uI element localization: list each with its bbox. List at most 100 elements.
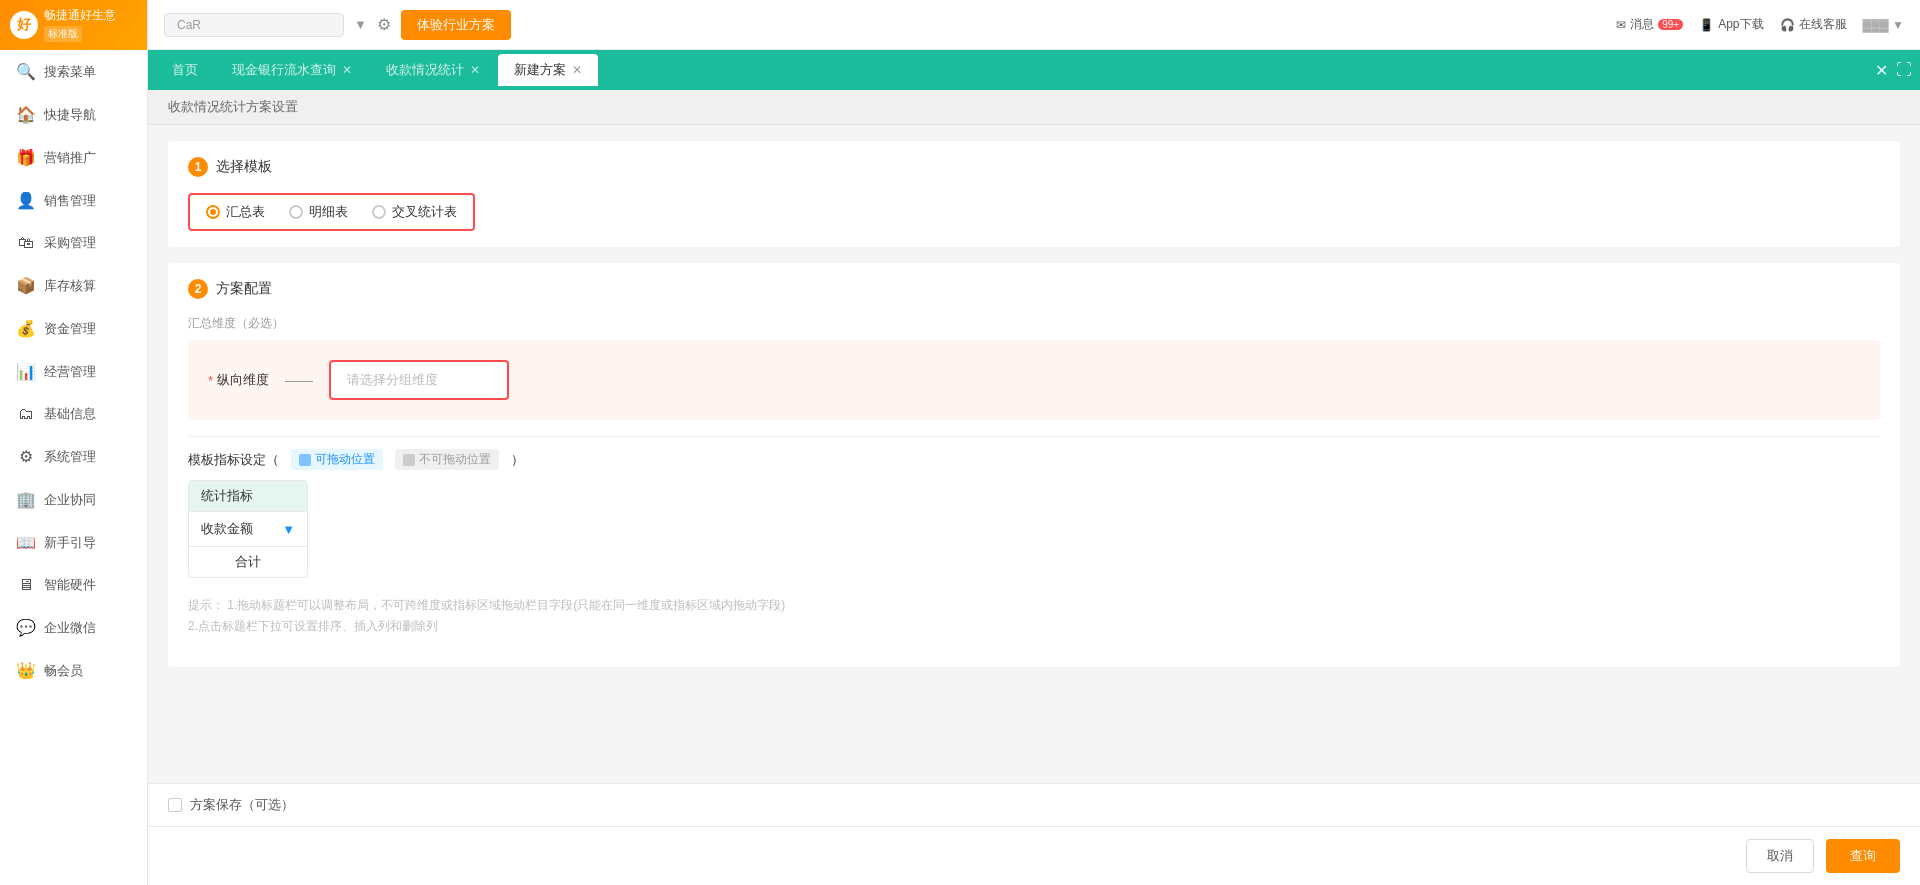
- logo-badge: 标准版: [44, 26, 82, 42]
- dimension-section-label: 汇总维度（必选）: [188, 315, 1880, 332]
- tab-home[interactable]: 首页: [156, 54, 214, 86]
- dimension-select[interactable]: 请选择分组维度: [329, 360, 509, 400]
- sidebar-item-label: 智能硬件: [44, 576, 96, 594]
- sidebar-item-wechat[interactable]: 💬 企业微信: [0, 606, 147, 649]
- metrics-section-label-end: ）: [511, 451, 524, 469]
- metric-item-revenue[interactable]: 收款金额 ▼: [189, 512, 307, 546]
- sidebar-item-label: 企业微信: [44, 619, 96, 637]
- sidebar: 好 畅捷通好生意 标准版 🔍 搜索菜单 🏠 快捷导航 🎁 营销推广 👤 销售管理…: [0, 0, 148, 885]
- tab-receipt-stat-label: 收款情况统计: [386, 61, 464, 79]
- system-icon: ⚙: [16, 447, 36, 466]
- radio-summary[interactable]: 汇总表: [206, 203, 265, 221]
- radio-cross-label: 交叉统计表: [392, 203, 457, 221]
- search-menu-icon: 🔍: [16, 62, 36, 81]
- sidebar-logo: 好 畅捷通好生意 标准版: [0, 0, 147, 50]
- sidebar-item-label: 企业协同: [44, 491, 96, 509]
- industry-btn[interactable]: 体验行业方案: [401, 10, 511, 40]
- sidebar-item-search-menu[interactable]: 🔍 搜索菜单: [0, 50, 147, 93]
- step1-title: 选择模板: [216, 158, 272, 176]
- sidebar-item-quick-nav[interactable]: 🏠 快捷导航: [0, 93, 147, 136]
- metric-item-label: 收款金额: [201, 520, 253, 538]
- step1-number: 1: [188, 157, 208, 177]
- marketing-icon: 🎁: [16, 148, 36, 167]
- tab-new-plan-close[interactable]: ✕: [572, 63, 582, 77]
- sidebar-item-label: 快捷导航: [44, 106, 96, 124]
- sidebar-item-basic-info[interactable]: 🗂 基础信息: [0, 393, 147, 435]
- dimension-subsection: 汇总维度（必选） * 纵向维度 —— 请选择分组维度: [188, 315, 1880, 420]
- radio-summary-btn[interactable]: [206, 205, 220, 219]
- tab-maximize-icon[interactable]: ⛶: [1896, 61, 1912, 80]
- divider: [188, 436, 1880, 437]
- sidebar-item-inventory[interactable]: 📦 库存核算: [0, 264, 147, 307]
- metrics-subsection: 模板指标设定（ 可拖动位置 不可拖动位置 ） 统计指标: [188, 449, 1880, 635]
- radio-cross[interactable]: 交叉统计表: [372, 203, 457, 221]
- sidebar-item-marketing[interactable]: 🎁 营销推广: [0, 136, 147, 179]
- radio-detail-label: 明细表: [309, 203, 348, 221]
- sidebar-item-smart-hw[interactable]: 🖥 智能硬件: [0, 564, 147, 606]
- guide-icon: 📖: [16, 533, 36, 552]
- sidebar-item-purchase[interactable]: 🛍 采购管理: [0, 222, 147, 264]
- dimension-area: * 纵向维度 —— 请选择分组维度: [188, 340, 1880, 420]
- draggable-indicator: [299, 454, 311, 466]
- tab-bar: 首页 现金银行流水查询 ✕ 收款情况统计 ✕ 新建方案 ✕ ✕ ⛶: [148, 50, 1920, 90]
- radio-detail-btn[interactable]: [289, 205, 303, 219]
- topbar-search-box: CaR: [164, 13, 344, 37]
- sidebar-item-system[interactable]: ⚙ 系统管理: [0, 435, 147, 478]
- service-icon: 🎧: [1780, 18, 1795, 32]
- sidebar-item-enterprise[interactable]: 🏢 企业协同: [0, 478, 147, 521]
- finance-icon: 💰: [16, 319, 36, 338]
- query-button[interactable]: 查询: [1826, 839, 1900, 873]
- save-option: 方案保存（可选）: [148, 783, 1920, 826]
- sidebar-item-label: 经营管理: [44, 363, 96, 381]
- step2-section: 2 方案配置 汇总维度（必选） * 纵向维度 ——: [168, 263, 1900, 667]
- tab-bank-flow[interactable]: 现金银行流水查询 ✕: [216, 54, 368, 86]
- download-label: App下载: [1718, 16, 1763, 33]
- message-action[interactable]: ✉ 消息 99+: [1616, 16, 1683, 33]
- tab-new-plan-label: 新建方案: [514, 61, 566, 79]
- sidebar-item-finance[interactable]: 💰 资金管理: [0, 307, 147, 350]
- sales-icon: 👤: [16, 191, 36, 210]
- sidebar-item-label: 搜索菜单: [44, 63, 96, 81]
- sidebar-item-label: 采购管理: [44, 234, 96, 252]
- tip-2: 2.点击标题栏下拉可设置排序、插入列和删除列: [188, 618, 1880, 635]
- non-draggable-badge: 不可拖动位置: [395, 449, 499, 470]
- non-draggable-indicator: [403, 454, 415, 466]
- tab-receipt-stat-close[interactable]: ✕: [470, 63, 480, 77]
- sidebar-item-label: 畅会员: [44, 662, 83, 680]
- step2-title: 方案配置: [216, 280, 272, 298]
- step1-section: 1 选择模板 汇总表 明细表 交叉统计表: [168, 141, 1900, 247]
- footer-actions: 取消 查询: [148, 826, 1920, 885]
- sidebar-item-sales[interactable]: 👤 销售管理: [0, 179, 147, 222]
- service-action[interactable]: 🎧 在线客服: [1780, 16, 1847, 33]
- tips-area: 提示： 1.拖动标题栏可以调整布局，不可跨维度或指标区域拖动栏目字段(只能在同一…: [188, 597, 1880, 635]
- purchase-icon: 🛍: [16, 234, 36, 252]
- tab-close-window-icon[interactable]: ✕: [1875, 61, 1888, 80]
- save-label: 方案保存（可选）: [190, 796, 294, 814]
- message-icon: ✉: [1616, 18, 1626, 32]
- sidebar-item-operation[interactable]: 📊 经营管理: [0, 350, 147, 393]
- download-action[interactable]: 📱 App下载: [1699, 16, 1763, 33]
- tab-new-plan[interactable]: 新建方案 ✕: [498, 54, 598, 86]
- topbar-user: ▓▓▓ ▼: [1863, 18, 1904, 32]
- enterprise-icon: 🏢: [16, 490, 36, 509]
- sidebar-item-member[interactable]: 👑 畅会员: [0, 649, 147, 692]
- metric-category: 统计指标: [189, 481, 307, 512]
- metric-header: 模板指标设定（ 可拖动位置 不可拖动位置 ）: [188, 449, 1880, 470]
- dropdown-icon[interactable]: ▼: [354, 17, 367, 32]
- wechat-icon: 💬: [16, 618, 36, 637]
- sidebar-item-label: 资金管理: [44, 320, 96, 338]
- tab-receipt-stat[interactable]: 收款情况统计 ✕: [370, 54, 496, 86]
- settings-icon[interactable]: ⚙: [377, 15, 391, 34]
- inventory-icon: 📦: [16, 276, 36, 295]
- metric-item-dropdown-icon[interactable]: ▼: [282, 522, 295, 537]
- save-checkbox[interactable]: [168, 798, 182, 812]
- tab-bank-flow-close[interactable]: ✕: [342, 63, 352, 77]
- message-badge: 99+: [1658, 19, 1683, 30]
- cancel-button[interactable]: 取消: [1746, 839, 1814, 873]
- sidebar-item-guide[interactable]: 📖 新手引导: [0, 521, 147, 564]
- tab-bar-actions: ✕ ⛶: [1875, 61, 1912, 80]
- main-area: CaR ▼ ⚙ 体验行业方案 ✉ 消息 99+ 📱 App下载 🎧 在线客服 ▓…: [148, 0, 1920, 885]
- radio-detail[interactable]: 明细表: [289, 203, 348, 221]
- basic-info-icon: 🗂: [16, 405, 36, 423]
- radio-cross-btn[interactable]: [372, 205, 386, 219]
